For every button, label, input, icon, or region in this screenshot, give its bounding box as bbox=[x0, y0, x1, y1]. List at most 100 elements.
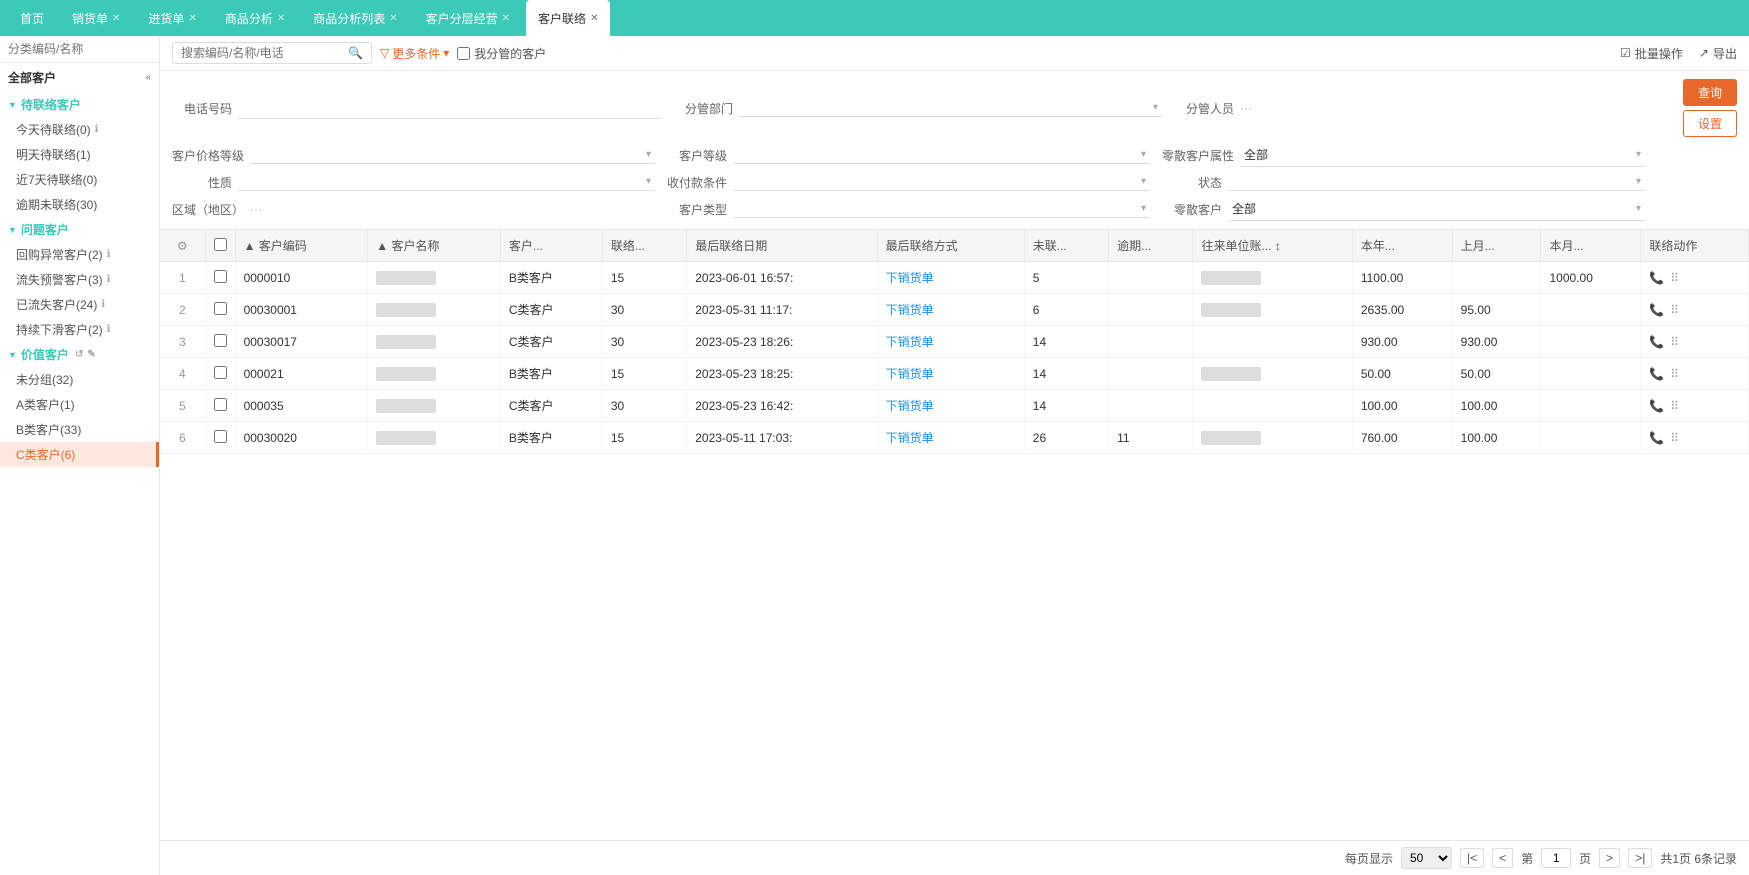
sidebar-search-input[interactable] bbox=[8, 42, 160, 56]
row-method-link-3[interactable]: 下销货单 bbox=[886, 335, 934, 349]
region-dots[interactable]: ··· bbox=[250, 202, 262, 216]
prev-page-btn[interactable]: < bbox=[1492, 848, 1513, 868]
phone-icon-4[interactable]: 📞 bbox=[1649, 367, 1664, 381]
row-contact-5: 30 bbox=[602, 390, 686, 422]
tab-analysis-list[interactable]: 商品分析列表 ✕ bbox=[301, 0, 409, 36]
more-conditions-btn[interactable]: ▽ 更多条件 ▾ bbox=[380, 45, 449, 62]
settings-icon[interactable]: ⚙ bbox=[177, 239, 188, 253]
price-level-select[interactable]: ▾ bbox=[250, 146, 655, 164]
row-this-month-6 bbox=[1541, 422, 1641, 454]
page-size-select[interactable]: 50 100 bbox=[1401, 847, 1452, 869]
phone-icon-6[interactable]: 📞 bbox=[1649, 431, 1664, 445]
row-last-method-5: 下销货单 bbox=[877, 390, 1024, 422]
all-customers-header[interactable]: 全部客户 « bbox=[0, 63, 159, 92]
row-contact-1: 15 bbox=[602, 262, 686, 294]
sidebar-item-lost[interactable]: 已流失客户(24) ℹ bbox=[0, 292, 159, 317]
more-icon-1[interactable]: ⠿ bbox=[1670, 271, 1679, 285]
tab-sales[interactable]: 销货单 ✕ bbox=[60, 0, 132, 36]
sidebar-item-class-c[interactable]: C类客户(6) bbox=[0, 442, 159, 467]
row-last-date-1: 2023-06-01 16:57: bbox=[687, 262, 877, 294]
tab-customer-segment[interactable]: 客户分层经营 ✕ bbox=[414, 0, 522, 36]
sidebar-item-tomorrow[interactable]: 明天待联络(1) bbox=[0, 142, 159, 167]
close-analysis-tab[interactable]: ✕ bbox=[277, 13, 285, 24]
tab-home[interactable]: 首页 bbox=[8, 0, 56, 36]
tab-customer-contact[interactable]: 客户联络 ✕ bbox=[526, 0, 610, 36]
status-select[interactable]: ▾ bbox=[1228, 173, 1645, 191]
row-unliaised-5: 14 bbox=[1024, 390, 1108, 422]
col-unliaised: 未联... bbox=[1024, 230, 1108, 262]
set-button[interactable]: 设置 bbox=[1683, 110, 1737, 137]
table-row: 6 00030020 blurred9 B类客户 15 2023-05-11 1… bbox=[160, 422, 1749, 454]
sidebar-item-7days[interactable]: 近7天待联络(0) bbox=[0, 167, 159, 192]
row-method-link-4[interactable]: 下销货单 bbox=[886, 367, 934, 381]
row-method-link-1[interactable]: 下销货单 bbox=[886, 271, 934, 285]
sidebar-item-warning[interactable]: 流失预警客户(3) ℹ bbox=[0, 267, 159, 292]
col-overdue: 逾期... bbox=[1109, 230, 1193, 262]
sidebar-item-overdue[interactable]: 逾期未联络(30) bbox=[0, 192, 159, 217]
close-sales-tab[interactable]: ✕ bbox=[112, 13, 120, 24]
payment-select[interactable]: ▾ bbox=[733, 173, 1150, 191]
retail-customer-select[interactable]: 全部 ▾ bbox=[1228, 197, 1645, 221]
customer-level-select[interactable]: ▾ bbox=[733, 146, 1150, 164]
customer-type-select[interactable]: ▾ bbox=[733, 200, 1150, 218]
search-icon[interactable]: 🔍 bbox=[348, 46, 363, 60]
more-icon-6[interactable]: ⠿ bbox=[1670, 431, 1679, 445]
close-purchase-tab[interactable]: ✕ bbox=[188, 13, 196, 24]
more-icon-2[interactable]: ⠿ bbox=[1670, 303, 1679, 317]
filter-status: 状态 ▾ bbox=[1162, 173, 1645, 191]
filter-retail-attr: 零散客户属性 全部 ▾ bbox=[1162, 143, 1645, 167]
page-input[interactable] bbox=[1541, 848, 1571, 868]
sidebar-item-declining[interactable]: 持续下滑客户(2) ℹ bbox=[0, 317, 159, 342]
phone-icon-2[interactable]: 📞 bbox=[1649, 303, 1664, 317]
row-select-4[interactable] bbox=[214, 366, 227, 379]
my-customers-checkbox[interactable] bbox=[457, 47, 470, 60]
phone-icon-3[interactable]: 📞 bbox=[1649, 335, 1664, 349]
close-segment-tab[interactable]: ✕ bbox=[502, 13, 510, 24]
group-problem-customers[interactable]: 问题客户 bbox=[0, 217, 159, 242]
row-select-3[interactable] bbox=[214, 334, 227, 347]
group-value-customers[interactable]: 价值客户 ↺ ✎ bbox=[0, 342, 159, 367]
main-layout: 🔍 全部客户 « 待联络客户 今天待联络(0) ℹ 明天待联络(1) 近7天待联… bbox=[0, 36, 1749, 875]
tab-analysis[interactable]: 商品分析 ✕ bbox=[213, 0, 297, 36]
phone-input[interactable] bbox=[238, 98, 661, 119]
dept-select[interactable]: ▾ bbox=[739, 99, 1162, 117]
export-btn[interactable]: ↗ 导出 bbox=[1699, 45, 1737, 62]
row-select-6[interactable] bbox=[214, 430, 227, 443]
tab-purchase[interactable]: 进货单 ✕ bbox=[136, 0, 208, 36]
close-contact-tab[interactable]: ✕ bbox=[590, 13, 598, 24]
batch-ops-btn[interactable]: ☑ 批量操作 bbox=[1620, 45, 1683, 62]
sidebar-item-class-b[interactable]: B类客户(33) bbox=[0, 417, 159, 442]
sidebar-item-unclassified[interactable]: 未分组(32) bbox=[0, 367, 159, 392]
close-analysis-list-tab[interactable]: ✕ bbox=[389, 13, 397, 24]
last-page-btn[interactable]: >| bbox=[1628, 848, 1652, 868]
row-select-2[interactable] bbox=[214, 302, 227, 315]
row-unliaised-1: 5 bbox=[1024, 262, 1108, 294]
retail-customer-chevron: ▾ bbox=[1636, 203, 1641, 214]
sidebar-item-today[interactable]: 今天待联络(0) ℹ bbox=[0, 117, 159, 142]
retail-attr-select[interactable]: 全部 ▾ bbox=[1240, 143, 1645, 167]
row-select-1[interactable] bbox=[214, 270, 227, 283]
phone-icon-1[interactable]: 📞 bbox=[1649, 271, 1664, 285]
col-account: 往来单位账... ↕ bbox=[1193, 230, 1352, 262]
more-icon-4[interactable]: ⠿ bbox=[1670, 367, 1679, 381]
row-method-link-5[interactable]: 下销货单 bbox=[886, 399, 934, 413]
manager-dots[interactable]: ··· bbox=[1240, 101, 1252, 115]
row-method-link-6[interactable]: 下销货单 bbox=[886, 431, 934, 445]
more-icon-5[interactable]: ⠿ bbox=[1670, 399, 1679, 413]
search-input[interactable] bbox=[181, 46, 348, 60]
phone-icon-5[interactable]: 📞 bbox=[1649, 399, 1664, 413]
next-page-btn[interactable]: > bbox=[1599, 848, 1620, 868]
group-pending-contact[interactable]: 待联络客户 bbox=[0, 92, 159, 117]
first-page-btn[interactable]: |< bbox=[1460, 848, 1484, 868]
row-overdue-6: 11 bbox=[1109, 422, 1193, 454]
more-icon-3[interactable]: ⠿ bbox=[1670, 335, 1679, 349]
row-method-link-2[interactable]: 下销货单 bbox=[886, 303, 934, 317]
sidebar-item-abnormal[interactable]: 回购异常客户(2) ℹ bbox=[0, 242, 159, 267]
query-button[interactable]: 查询 bbox=[1683, 79, 1737, 106]
row-checkbox-5 bbox=[205, 390, 235, 422]
row-select-5[interactable] bbox=[214, 398, 227, 411]
sidebar-item-class-a[interactable]: A类客户(1) bbox=[0, 392, 159, 417]
nature-select[interactable]: ▾ bbox=[238, 173, 655, 191]
select-all-checkbox[interactable] bbox=[214, 238, 227, 251]
row-unliaised-3: 14 bbox=[1024, 326, 1108, 358]
